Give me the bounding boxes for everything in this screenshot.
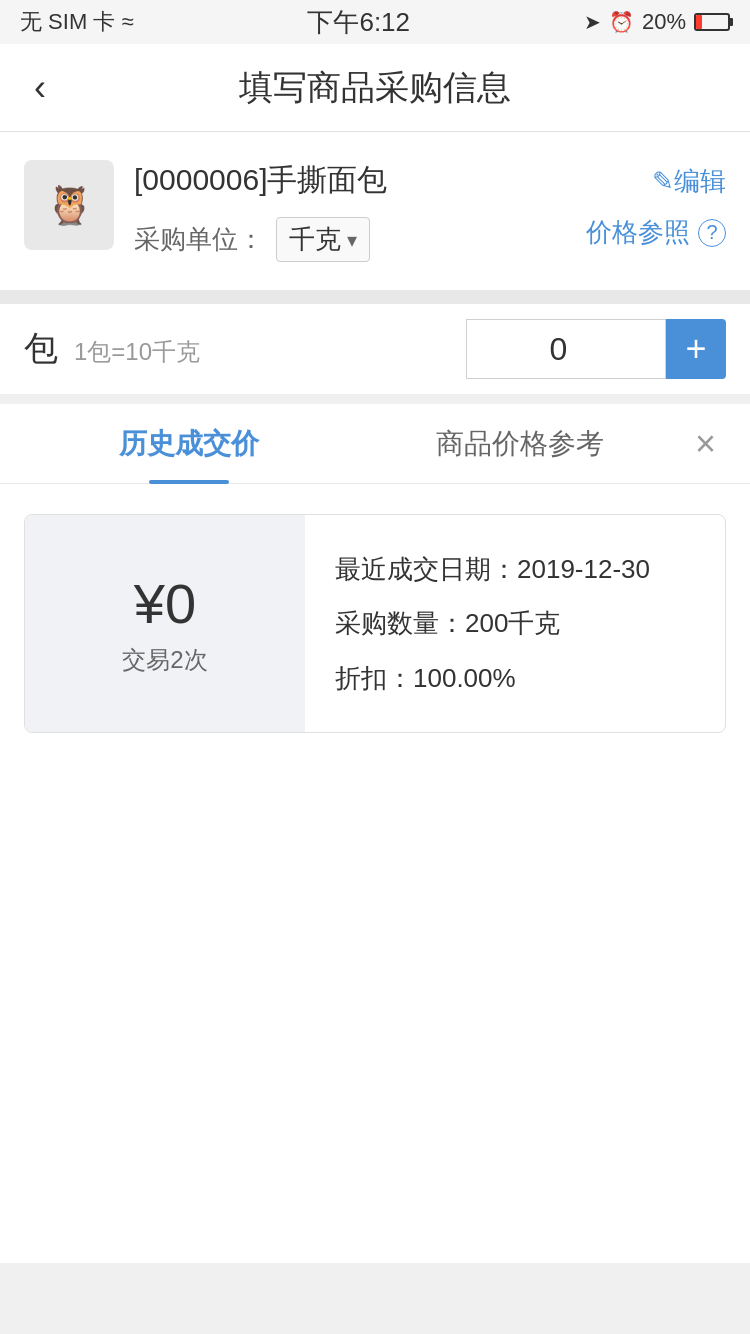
discount-label: 折扣： (335, 663, 413, 693)
quantity-unit-label: 包 (24, 326, 58, 372)
price-ref-help-icon: ? (698, 219, 726, 247)
tab-history-price-label: 历史成交价 (119, 425, 259, 463)
discount-row: 折扣：100.00% (335, 660, 695, 696)
purchase-qty-row: 采购数量：200千克 (335, 605, 695, 641)
product-card: 🦉 [0000006]手撕面包 采购单位： 千克 ▾ ✎编辑 价格参照 ? (0, 132, 750, 290)
quantity-input-group: + (466, 319, 726, 379)
back-button[interactable]: ‹ (24, 60, 56, 116)
price-record-card: ¥0 交易2次 最近成交日期：2019-12-30 采购数量：200千克 折扣：… (24, 514, 726, 733)
alarm-icon: ⏰ (609, 10, 634, 34)
price-amount: ¥0 (134, 571, 196, 636)
unit-value: 千克 (289, 222, 341, 257)
tab-section: 历史成交价 商品价格参考 × ¥0 交易2次 最近成交日期：2019-12-30… (0, 404, 750, 763)
discount-value: 100.00% (413, 663, 516, 693)
status-time: 下午6:12 (307, 5, 410, 40)
product-image-icon: 🦉 (46, 186, 93, 224)
price-left-panel: ¥0 交易2次 (25, 515, 305, 732)
battery-percent: 20% (642, 9, 686, 35)
product-left: 🦉 [0000006]手撕面包 采购单位： 千克 ▾ (24, 160, 387, 262)
quantity-conversion-label: 1包=10千克 (74, 336, 200, 368)
tab-product-price-ref[interactable]: 商品价格参考 (354, 404, 684, 484)
sim-label: 无 SIM 卡 ≈ (20, 7, 134, 37)
product-thumbnail: 🦉 (24, 160, 114, 250)
recent-date-value: 2019-12-30 (517, 554, 650, 584)
nav-header: ‹ 填写商品采购信息 (0, 44, 750, 132)
section-divider (0, 290, 750, 304)
page-rest (0, 763, 750, 1263)
recent-date-row: 最近成交日期：2019-12-30 (335, 551, 695, 587)
purchase-qty-label: 采购数量： (335, 608, 465, 638)
tab-history-price[interactable]: 历史成交价 (24, 404, 354, 484)
unit-select-button[interactable]: 千克 ▾ (276, 217, 370, 262)
purchase-unit-label: 采购单位： (134, 222, 264, 257)
product-name: [0000006]手撕面包 (134, 160, 387, 201)
status-right: ➤ ⏰ 20% (584, 9, 730, 35)
status-left: 无 SIM 卡 ≈ (20, 7, 134, 37)
unit-dropdown-arrow: ▾ (347, 228, 357, 252)
edit-button[interactable]: ✎编辑 (652, 164, 726, 199)
tab-active-underline (149, 480, 229, 484)
tab-header: 历史成交价 商品价格参考 × (0, 404, 750, 484)
tab-content-history: ¥0 交易2次 最近成交日期：2019-12-30 采购数量：200千克 折扣：… (0, 484, 750, 763)
product-info: [0000006]手撕面包 采购单位： 千克 ▾ (134, 160, 387, 262)
quantity-input[interactable] (466, 319, 666, 379)
status-bar: 无 SIM 卡 ≈ 下午6:12 ➤ ⏰ 20% (0, 0, 750, 44)
battery-indicator (694, 13, 730, 31)
page-title: 填写商品采购信息 (239, 65, 511, 111)
product-right-actions: ✎编辑 价格参照 ? (586, 160, 726, 250)
tab-close-button[interactable]: × (685, 416, 726, 472)
quantity-row: 包 1包=10千克 + (0, 304, 750, 394)
price-ref-button[interactable]: 价格参照 ? (586, 215, 726, 250)
price-right-panel: 最近成交日期：2019-12-30 采购数量：200千克 折扣：100.00% (305, 515, 725, 732)
price-ref-label: 价格参照 (586, 215, 690, 250)
tab-product-price-ref-label: 商品价格参考 (436, 425, 604, 463)
trade-count: 交易2次 (122, 644, 207, 676)
purchase-qty-value: 200千克 (465, 608, 560, 638)
recent-date-label: 最近成交日期： (335, 554, 517, 584)
purchase-unit-row: 采购单位： 千克 ▾ (134, 217, 387, 262)
quantity-label-group: 包 1包=10千克 (24, 326, 200, 372)
quantity-plus-button[interactable]: + (666, 319, 726, 379)
location-icon: ➤ (584, 10, 601, 34)
